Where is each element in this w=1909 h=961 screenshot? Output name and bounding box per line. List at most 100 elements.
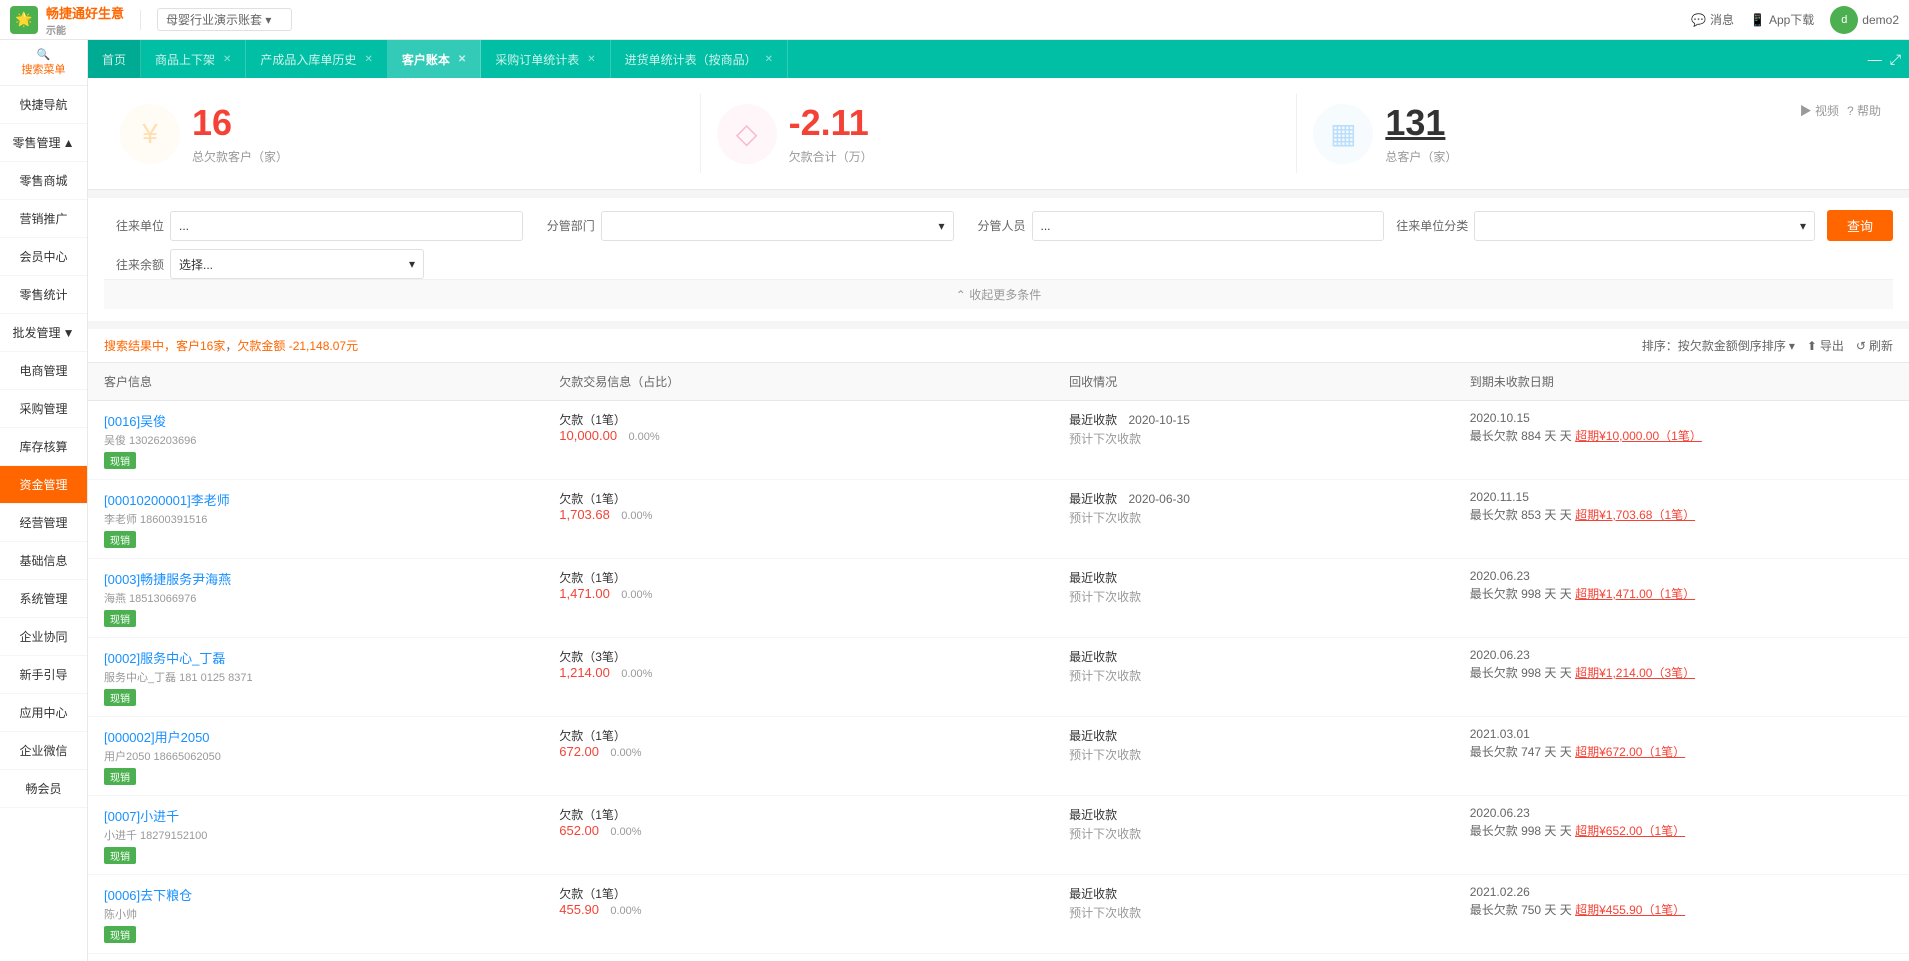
tab-close-customer-ledger[interactable]: ✕ xyxy=(458,54,466,65)
filter-select-category[interactable]: ▾ xyxy=(1474,211,1815,241)
tab-close-product-listing[interactable]: ✕ xyxy=(223,54,231,65)
customer-name-5[interactable]: [0007]小进千 xyxy=(104,806,527,825)
debt-amount-4[interactable]: 672.00 xyxy=(559,744,599,759)
sidebar-item-retail-mall[interactable]: 零售商城 xyxy=(0,162,87,200)
customer-phone-0: 吴俊 13026203696 xyxy=(104,432,527,448)
cell-return-2: 最近收款 预计下次收款 xyxy=(1053,559,1454,638)
sidebar-item-ecommerce[interactable]: 电商管理 xyxy=(0,352,87,390)
refresh-icon: ↺ xyxy=(1856,339,1866,353)
sidebar-item-member2[interactable]: 畅会员 xyxy=(0,770,87,808)
stat-card-3-info: 131 总客户（家） xyxy=(1385,102,1457,165)
customer-phone-2: 海燕 18513066976 xyxy=(104,590,527,606)
sidebar-item-finance[interactable]: 资金管理 xyxy=(0,466,87,504)
filter-item-dept: 分管部门 ▾ xyxy=(535,211,954,241)
cell-due-3: 2020.06.23 最长欠款 998 天 天 超期¥1,214.00（3笔） xyxy=(1454,638,1909,717)
cell-customer-5: [0007]小进千 小进千 18279152100 现销 xyxy=(88,796,543,875)
filter-label-person: 分管人员 xyxy=(966,217,1026,234)
tag-xian-2: 现销 xyxy=(104,610,136,627)
filter-input-person[interactable]: ... xyxy=(1032,211,1385,241)
max-days-1: 最长欠款 853 天 天 xyxy=(1470,508,1575,522)
sidebar-item-retail-stats[interactable]: 零售统计 xyxy=(0,276,87,314)
debt-amount-0[interactable]: 10,000.00 xyxy=(559,428,617,443)
sidebar-item-wholesale[interactable]: 批发管理▼ xyxy=(0,314,87,352)
sidebar-item-system[interactable]: 系统管理 xyxy=(0,580,87,618)
store-select[interactable]: 母婴行业演示账套 ▾ xyxy=(157,8,292,31)
overdue-link-3[interactable]: 超期¥1,214.00（3笔） xyxy=(1575,666,1695,680)
customer-name-3[interactable]: [0002]服务中心_丁磊 xyxy=(104,648,527,667)
help-btn[interactable]: ? 帮助 xyxy=(1847,102,1881,119)
overdue-link-2[interactable]: 超期¥1,471.00（1笔） xyxy=(1575,587,1695,601)
filter-label-unit: 往来单位 xyxy=(104,217,164,234)
app-download-btn[interactable]: 📱 App下载 xyxy=(1750,11,1814,28)
sidebar-item-retail-mgmt[interactable]: 零售管理▲ xyxy=(0,124,87,162)
filter-select-balance[interactable]: 选择... ▾ xyxy=(170,249,424,279)
debt-amount-1[interactable]: 1,703.68 xyxy=(559,507,610,522)
last-collect-label-5: 最近收款 xyxy=(1069,808,1117,822)
sidebar-item-quick-nav[interactable]: 快捷导航 xyxy=(0,86,87,124)
table-row: [00010200001]李老师 李老师 18600391516 现销 欠款（1… xyxy=(88,480,1909,559)
customer-name-4[interactable]: [000002]用户2050 xyxy=(104,727,527,746)
filter-select-dept[interactable]: ▾ xyxy=(601,211,954,241)
filter-item-category: 往来单位分类 ▾ xyxy=(1396,211,1815,241)
message-btn[interactable]: 💬 消息 xyxy=(1691,11,1734,28)
video-btn[interactable]: ▶ 视频 xyxy=(1800,102,1839,119)
debt-pct-4: 0.00% xyxy=(610,747,641,759)
sidebar-item-purchase[interactable]: 采购管理 xyxy=(0,390,87,428)
sidebar-item-member[interactable]: 会员中心 xyxy=(0,238,87,276)
overdue-link-6[interactable]: 超期¥455.90（1笔） xyxy=(1575,903,1685,917)
tab-close-product-history[interactable]: ✕ xyxy=(364,54,372,65)
filter-item-person: 分管人员 ... xyxy=(966,211,1385,241)
customer-name-2[interactable]: [0003]畅捷服务尹海燕 xyxy=(104,569,527,588)
th-return: 回收情况 xyxy=(1053,363,1454,401)
sidebar-item-operations[interactable]: 经营管理 xyxy=(0,504,87,542)
stat-value-total-customers: 131 xyxy=(1385,102,1457,144)
tab-goods-stats[interactable]: 进货单统计表（按商品） ✕ xyxy=(611,40,788,78)
overdue-link-0[interactable]: 超期¥10,000.00（1笔） xyxy=(1575,429,1702,443)
overdue-link-1[interactable]: 超期¥1,703.68（1笔） xyxy=(1575,508,1695,522)
tab-product-history[interactable]: 产成品入库单历史 ✕ xyxy=(246,40,387,78)
sidebar-item-marketing[interactable]: 营销推广 xyxy=(0,200,87,238)
tab-expand-icon[interactable]: ⤢ xyxy=(1890,51,1901,68)
sidebar-item-newbie[interactable]: 新手引导 xyxy=(0,656,87,694)
sidebar-search[interactable]: 🔍 搜索菜单 xyxy=(0,40,87,86)
logo-icon: 🌟 xyxy=(10,6,38,34)
customer-name-6[interactable]: [0006]去下粮仓 xyxy=(104,885,527,904)
tab-product-listing[interactable]: 商品上下架 ✕ xyxy=(141,40,246,78)
next-collect-6: 预计下次收款 xyxy=(1069,904,1438,921)
due-date-2: 2020.06.23 xyxy=(1470,569,1893,583)
sidebar-item-inventory[interactable]: 库存核算 xyxy=(0,428,87,466)
sidebar-item-enterprise[interactable]: 企业协同 xyxy=(0,618,87,656)
tab-close-purchase-stats[interactable]: ✕ xyxy=(587,54,595,65)
tab-purchase-stats[interactable]: 采购订单统计表 ✕ xyxy=(481,40,610,78)
filter-label-dept: 分管部门 xyxy=(535,217,595,234)
export-btn[interactable]: ⬆ 导出 xyxy=(1807,337,1844,354)
sidebar-item-app-center[interactable]: 应用中心 xyxy=(0,694,87,732)
user-menu[interactable]: d demo2 xyxy=(1830,6,1899,34)
tab-home[interactable]: 首页 xyxy=(88,40,141,78)
overdue-link-4[interactable]: 超期¥672.00（1笔） xyxy=(1575,745,1685,759)
refresh-btn[interactable]: ↺ 刷新 xyxy=(1856,337,1893,354)
query-button[interactable]: 查询 xyxy=(1827,210,1893,241)
filter-input-unit[interactable]: ... xyxy=(170,211,523,241)
debt-amount-6[interactable]: 455.90 xyxy=(559,902,599,917)
sidebar-item-wechat[interactable]: 企业微信 xyxy=(0,732,87,770)
debt-amount-2[interactable]: 1,471.00 xyxy=(559,586,610,601)
customer-name-0[interactable]: [0016]吴俊 xyxy=(104,411,527,430)
collapse-bar[interactable]: ⌃ 收起更多条件 xyxy=(104,279,1893,309)
tab-close-goods-stats[interactable]: ✕ xyxy=(765,54,773,65)
cell-return-3: 最近收款 预计下次收款 xyxy=(1053,638,1454,717)
overdue-link-5[interactable]: 超期¥652.00（1笔） xyxy=(1575,824,1685,838)
tab-customer-ledger[interactable]: 客户账本 ✕ xyxy=(388,40,481,78)
customer-name-1[interactable]: [00010200001]李老师 xyxy=(104,490,527,509)
debt-amount-3[interactable]: 1,214.00 xyxy=(559,665,610,680)
debt-pct-2: 0.00% xyxy=(621,589,652,601)
stat-card-1-info: 16 总欠款客户（家） xyxy=(192,102,288,165)
stat-card-2-info: -2.11 欠款合计（万） xyxy=(789,102,873,165)
layout: 🔍 搜索菜单 快捷导航 零售管理▲ 零售商城 营销推广 会员中心 零售统计 批发… xyxy=(0,40,1909,961)
debt-amount-5[interactable]: 652.00 xyxy=(559,823,599,838)
table-header-row: 客户信息 欠款交易信息（占比） 回收情况 到期未收款日期 xyxy=(88,363,1909,401)
debt-count-0: 欠款（1笔） xyxy=(559,411,1037,428)
sidebar-item-basic-info[interactable]: 基础信息 xyxy=(0,542,87,580)
debt-count-4: 欠款（1笔） xyxy=(559,727,1037,744)
tab-minimize-icon[interactable]: — xyxy=(1868,51,1882,67)
